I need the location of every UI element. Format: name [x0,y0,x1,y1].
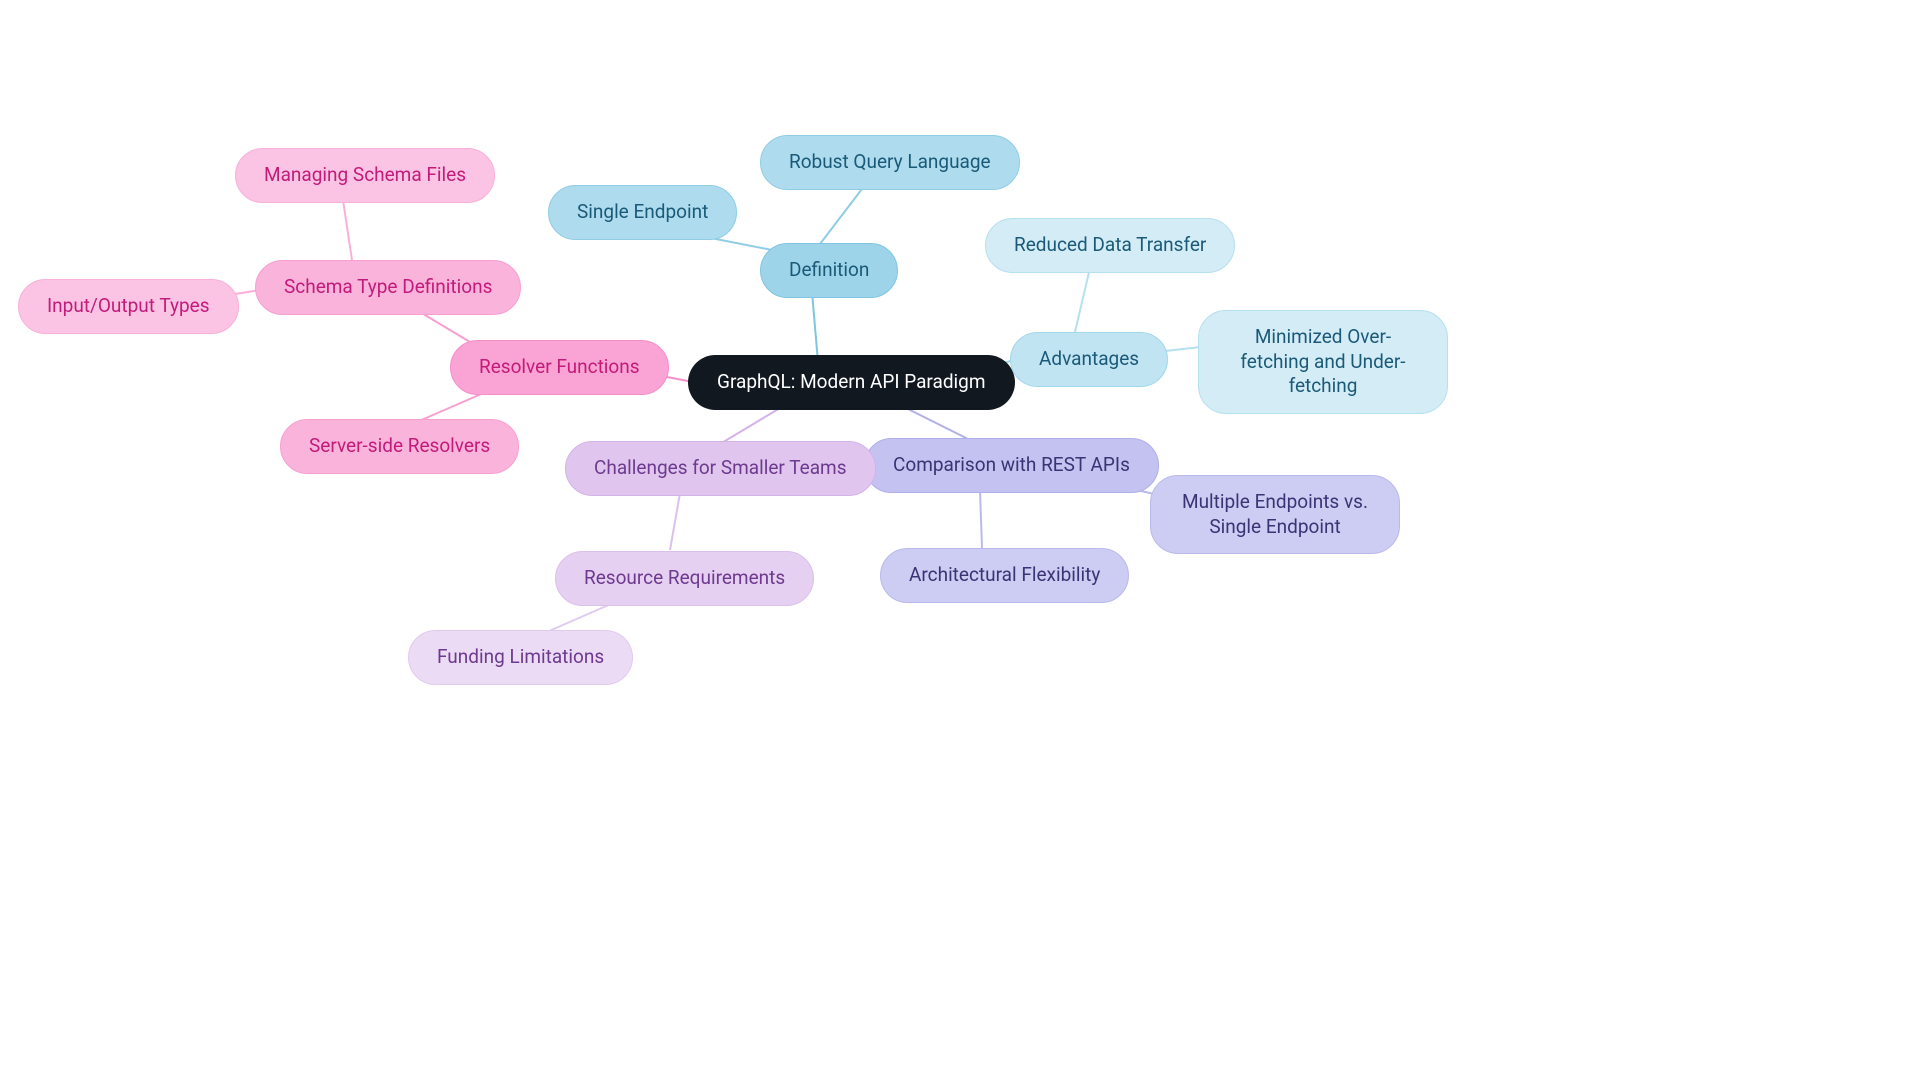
robust-query-label: Robust Query Language [789,150,991,175]
funding-label: Funding Limitations [437,645,604,670]
managing-schema-node[interactable]: Managing Schema Files [235,148,495,203]
minimized-fetch-node[interactable]: Minimized Over-fetching and Under-fetchi… [1198,310,1448,414]
schema-type-label: Schema Type Definitions [284,275,492,300]
comparison-label: Comparison with REST APIs [893,453,1130,478]
comparison-node[interactable]: Comparison with REST APIs [864,438,1159,493]
managing-schema-label: Managing Schema Files [264,163,466,188]
robust-query-node[interactable]: Robust Query Language [760,135,1020,190]
io-types-node[interactable]: Input/Output Types [18,279,239,334]
minimized-fetch-label: Minimized Over-fetching and Under-fetchi… [1227,325,1419,399]
multi-vs-single-node[interactable]: Multiple Endpoints vs. Single Endpoint [1150,475,1400,554]
io-types-label: Input/Output Types [47,294,210,319]
arch-flex-label: Architectural Flexibility [909,563,1100,588]
single-endpoint-node[interactable]: Single Endpoint [548,185,737,240]
schema-type-node[interactable]: Schema Type Definitions [255,260,521,315]
server-side-node[interactable]: Server-side Resolvers [280,419,519,474]
challenges-node[interactable]: Challenges for Smaller Teams [565,441,876,496]
root-node[interactable]: GraphQL: Modern API Paradigm [688,355,1015,410]
root-label: GraphQL: Modern API Paradigm [717,370,986,395]
resolver-label: Resolver Functions [479,355,640,380]
definition-node[interactable]: Definition [760,243,898,298]
arch-flex-node[interactable]: Architectural Flexibility [880,548,1129,603]
advantages-label: Advantages [1039,347,1139,372]
resolver-node[interactable]: Resolver Functions [450,340,669,395]
server-side-label: Server-side Resolvers [309,434,490,459]
single-endpoint-label: Single Endpoint [577,200,708,225]
reduced-transfer-label: Reduced Data Transfer [1014,233,1206,258]
challenges-label: Challenges for Smaller Teams [594,456,847,481]
funding-node[interactable]: Funding Limitations [408,630,633,685]
resource-req-label: Resource Requirements [584,566,785,591]
definition-label: Definition [789,258,869,283]
resource-req-node[interactable]: Resource Requirements [555,551,814,606]
advantages-node[interactable]: Advantages [1010,332,1168,387]
multi-vs-single-label: Multiple Endpoints vs. Single Endpoint [1179,490,1371,539]
reduced-transfer-node[interactable]: Reduced Data Transfer [985,218,1235,273]
